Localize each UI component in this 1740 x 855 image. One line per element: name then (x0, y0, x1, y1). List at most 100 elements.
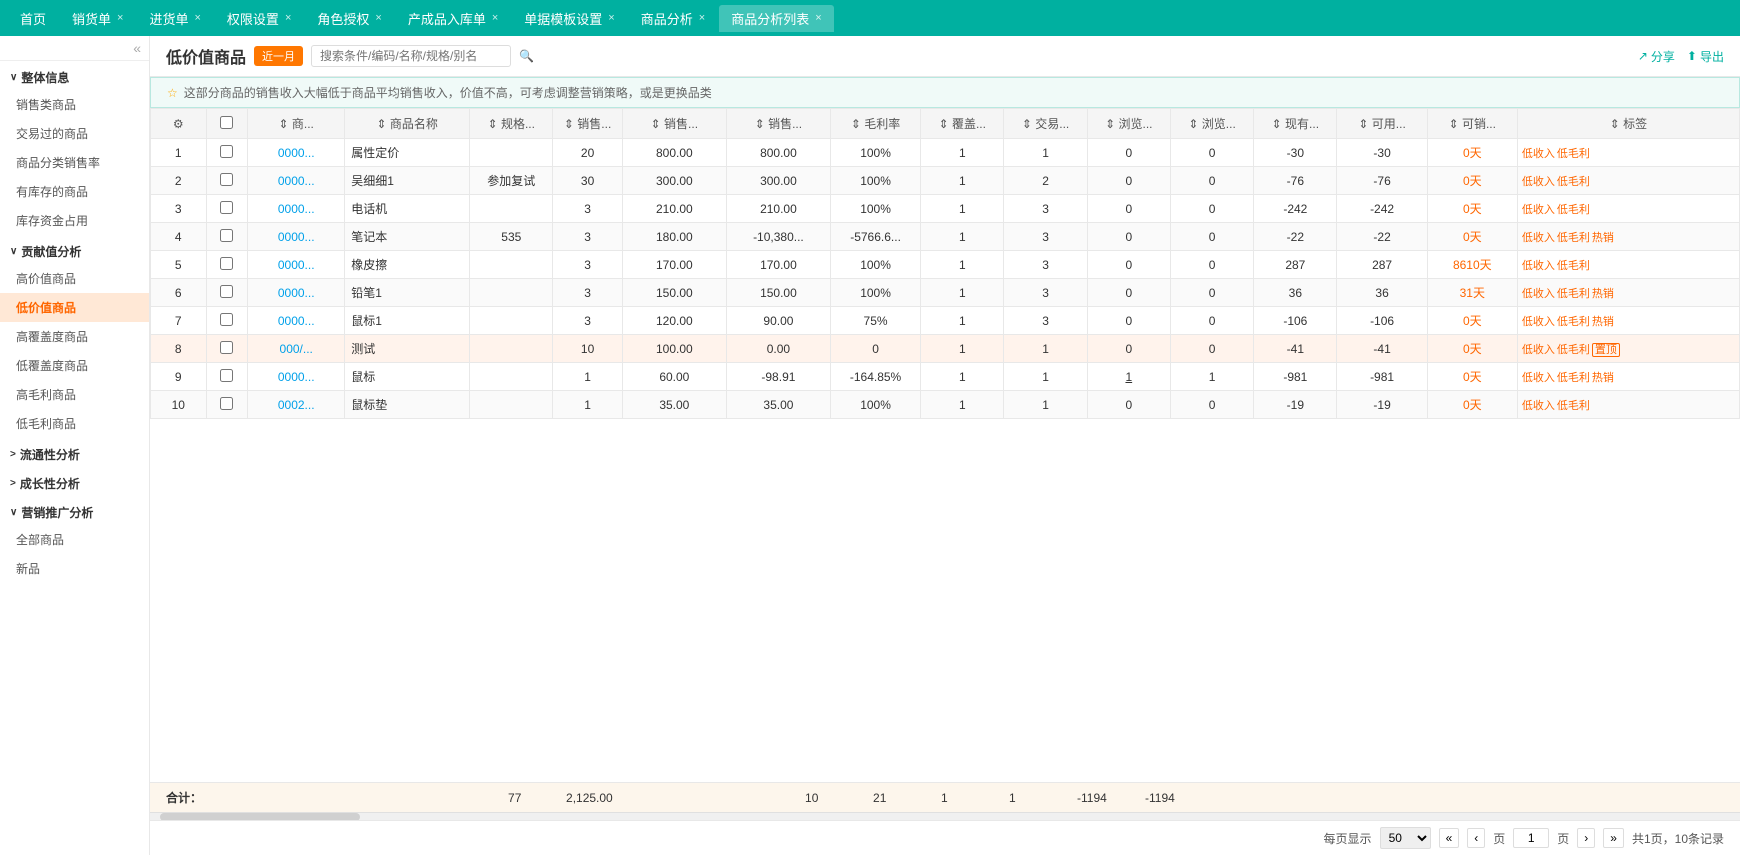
row-view1[interactable]: 1 (1087, 363, 1170, 391)
last-page-btn[interactable]: » (1603, 828, 1624, 848)
row-checkbox[interactable] (220, 341, 233, 354)
share-btn[interactable]: ↗ 分享 (1638, 48, 1675, 65)
col-header-3[interactable]: ⇕ 商品名称 (345, 109, 470, 139)
table-row: 70000...鼠标13120.0090.0075%1300-106-1060天… (151, 307, 1740, 335)
row-no: 1 (151, 139, 207, 167)
col-header-0: ⚙ (151, 109, 207, 139)
row-checkbox-cell[interactable] (206, 167, 248, 195)
col-header-4[interactable]: ⇕ 规格... (470, 109, 553, 139)
sidebar-group-0[interactable]: ∨ 整体信息 (0, 61, 149, 90)
nav-close-权限设置[interactable]: × (285, 12, 291, 24)
col-header-7[interactable]: ⇕ 销售... (726, 109, 830, 139)
row-checkbox-cell[interactable] (206, 307, 248, 335)
sidebar-item-高覆盖度商品[interactable]: 高覆盖度商品 (0, 322, 149, 351)
col-header-15[interactable]: ⇕ 可销... (1427, 109, 1517, 139)
sidebar-item-低价值商品[interactable]: 低价值商品 (0, 293, 149, 322)
nav-close-销货单[interactable]: × (117, 12, 123, 24)
col-header-14[interactable]: ⇕ 可用... (1337, 109, 1427, 139)
nav-close-角色授权[interactable]: × (375, 12, 381, 24)
sidebar-item-全部商品[interactable]: 全部商品 (0, 525, 149, 554)
time-filter-btn[interactable]: 近一月 (254, 46, 303, 66)
prev-page-btn[interactable]: ‹ (1467, 828, 1485, 848)
row-checkbox[interactable] (220, 313, 233, 326)
page-input[interactable] (1513, 828, 1549, 848)
sidebar-item-交易过的商品[interactable]: 交易过的商品 (0, 119, 149, 148)
row-tags: 低收入低毛利置顶 (1517, 335, 1739, 363)
sidebar-collapse-btn[interactable]: « (0, 36, 149, 61)
row-checkbox[interactable] (220, 201, 233, 214)
col-header-8[interactable]: ⇕ 毛利率 (830, 109, 920, 139)
row-checkbox[interactable] (220, 285, 233, 298)
row-checkbox-cell[interactable] (206, 335, 248, 363)
col-header-5[interactable]: ⇕ 销售... (553, 109, 622, 139)
nav-close-单据模板设置[interactable]: × (608, 12, 614, 24)
export-btn[interactable]: ⬆ 导出 (1687, 48, 1724, 65)
sidebar-item-商品分类销售率[interactable]: 商品分类销售率 (0, 148, 149, 177)
row-view2: 0 (1170, 167, 1253, 195)
nav-item-商品分析[interactable]: 商品分析× (629, 5, 717, 32)
select-all-checkbox[interactable] (220, 116, 233, 129)
row-checkbox-cell[interactable] (206, 363, 248, 391)
row-checkbox[interactable] (220, 173, 233, 186)
nav-item-销货单[interactable]: 销货单× (60, 5, 135, 32)
nav-item-商品分析列表[interactable]: 商品分析列表× (719, 5, 833, 32)
row-checkbox[interactable] (220, 369, 233, 382)
row-checkbox[interactable] (220, 257, 233, 270)
sidebar-item-高毛利商品[interactable]: 高毛利商品 (0, 380, 149, 409)
nav-item-进货单[interactable]: 进货单× (137, 5, 212, 32)
row-checkbox-cell[interactable] (206, 223, 248, 251)
search-icon[interactable]: 🔍 (519, 49, 534, 63)
nav-item-首页[interactable]: 首页 (8, 5, 58, 32)
col-header-6[interactable]: ⇕ 销售... (622, 109, 726, 139)
nav-item-单据模板设置[interactable]: 单据模板设置× (512, 5, 626, 32)
nav-close-产成品入库单[interactable]: × (492, 12, 498, 24)
row-no: 8 (151, 335, 207, 363)
row-checkbox-cell[interactable] (206, 195, 248, 223)
next-page-btn[interactable]: › (1577, 828, 1595, 848)
row-checkbox[interactable] (220, 145, 233, 158)
sidebar: «∨ 整体信息销售类商品交易过的商品商品分类销售率有库存的商品库存资金占用∨ 贡… (0, 36, 150, 855)
tag-低收入: 低收入 (1522, 232, 1555, 244)
table-container[interactable]: ⚙⇕ 商...⇕ 商品名称⇕ 规格...⇕ 销售...⇕ 销售...⇕ 销售..… (150, 108, 1740, 782)
sidebar-item-低毛利商品[interactable]: 低毛利商品 (0, 409, 149, 438)
row-checkbox-cell[interactable] (206, 279, 248, 307)
col-header-13[interactable]: ⇕ 现有... (1254, 109, 1337, 139)
nav-item-角色授权[interactable]: 角色授权× (305, 5, 393, 32)
sidebar-item-销售类商品[interactable]: 销售类商品 (0, 90, 149, 119)
col-header-11[interactable]: ⇕ 浏览... (1087, 109, 1170, 139)
search-input[interactable] (311, 45, 511, 67)
row-checkbox[interactable] (220, 397, 233, 410)
sidebar-item-有库存的商品[interactable]: 有库存的商品 (0, 177, 149, 206)
row-sales2: 800.00 (726, 139, 830, 167)
sidebar-item-新品[interactable]: 新品 (0, 554, 149, 583)
nav-close-进货单[interactable]: × (194, 12, 200, 24)
row-checkbox-cell[interactable] (206, 139, 248, 167)
sidebar-group-3[interactable]: > 成长性分析 (0, 467, 149, 496)
col-header-12[interactable]: ⇕ 浏览... (1170, 109, 1253, 139)
sidebar-group-2[interactable]: > 流通性分析 (0, 438, 149, 467)
row-avail: -22 (1337, 223, 1427, 251)
settings-icon[interactable]: ⚙ (173, 117, 184, 131)
sidebar-item-低覆盖度商品[interactable]: 低覆盖度商品 (0, 351, 149, 380)
first-page-btn[interactable]: « (1439, 828, 1460, 848)
nav-item-产成品入库单[interactable]: 产成品入库单× (396, 5, 510, 32)
row-checkbox[interactable] (220, 229, 233, 242)
sidebar-item-库存资金占用[interactable]: 库存资金占用 (0, 206, 149, 235)
col-header-16[interactable]: ⇕ 标签 (1517, 109, 1739, 139)
nav-item-权限设置[interactable]: 权限设置× (215, 5, 303, 32)
col-header-10[interactable]: ⇕ 交易... (1004, 109, 1087, 139)
row-stock: -30 (1254, 139, 1337, 167)
sidebar-group-4[interactable]: ∨ 营销推广分析 (0, 496, 149, 525)
pagination-bar: 每页显示 50 100 « ‹ 页 页 › » 共1页，10条记录 (150, 820, 1740, 855)
row-checkbox-cell[interactable] (206, 391, 248, 419)
sidebar-item-高价值商品[interactable]: 高价值商品 (0, 264, 149, 293)
sidebar-group-1[interactable]: ∨ 贡献值分析 (0, 235, 149, 264)
per-page-select[interactable]: 50 100 (1380, 827, 1431, 849)
nav-close-商品分析[interactable]: × (699, 12, 705, 24)
row-checkbox-cell[interactable] (206, 251, 248, 279)
row-code: 0000... (248, 139, 345, 167)
col-header-9[interactable]: ⇕ 覆盖... (921, 109, 1004, 139)
row-spec: 参加复试 (470, 167, 553, 195)
nav-close-商品分析列表[interactable]: × (815, 12, 821, 24)
group-arrow-0: ∨ (10, 72, 17, 83)
